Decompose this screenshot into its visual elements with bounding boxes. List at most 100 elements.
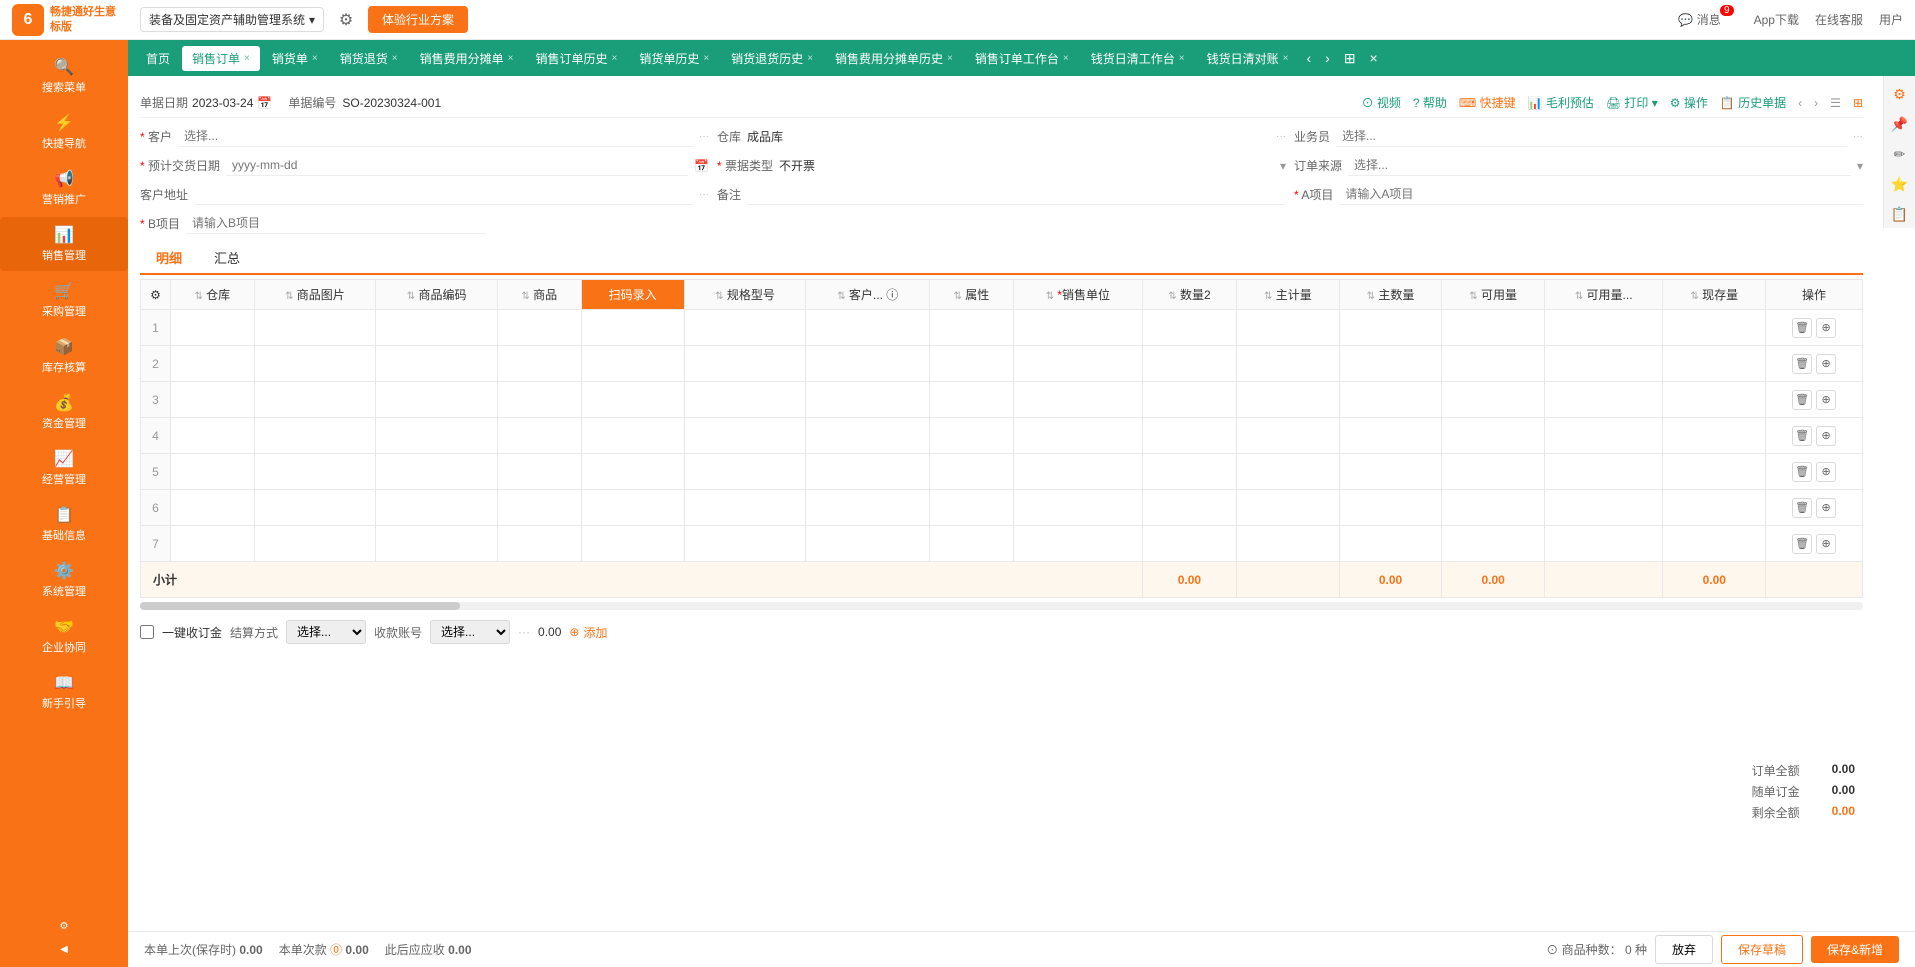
video-link[interactable]: ⊙ 视频 <box>1362 94 1401 111</box>
add-payment-btn[interactable]: ⊕ 添加 <box>569 624 607 641</box>
row-5-code[interactable] <box>376 454 498 490</box>
row-4-warehouse[interactable] <box>171 418 255 454</box>
row-5-image[interactable] <box>254 454 376 490</box>
row-5-attr[interactable] <box>930 454 1014 490</box>
row-6-delete-btn[interactable]: 🗑 <box>1792 498 1812 518</box>
row-5-spec[interactable] <box>684 454 806 490</box>
row-5-customer-code[interactable] <box>806 454 930 490</box>
row-3-warehouse[interactable] <box>171 382 255 418</box>
row-3-copy-btn[interactable]: ⊕ <box>1816 390 1836 410</box>
row-2-warehouse[interactable] <box>171 346 255 382</box>
sidebar-collapse-btn[interactable]: ◀ <box>56 940 72 959</box>
sort-attr[interactable]: ⇅ <box>954 291 962 302</box>
col-scan[interactable]: 扫码录入 <box>581 280 684 310</box>
sidebar-item-marketing[interactable]: 📢 营销推广 <box>0 161 128 215</box>
sort-code[interactable]: ⇅ <box>407 291 415 302</box>
row-2-main-unit[interactable] <box>1237 346 1340 382</box>
right-panel-edit-btn[interactable]: ✏ <box>1886 140 1914 168</box>
sidebar-item-inventory[interactable]: 📦 库存核算 <box>0 329 128 383</box>
sidebar-item-finance[interactable]: 💰 资金管理 <box>0 385 128 439</box>
tab-expense-split[interactable]: 销售费用分摊单 × <box>410 46 524 71</box>
row-3-unit[interactable] <box>1013 382 1142 418</box>
sidebar-item-base[interactable]: 📋 基础信息 <box>0 497 128 551</box>
expense-split-tab-close[interactable]: × <box>508 53 514 64</box>
row-1-main-unit[interactable] <box>1237 310 1340 346</box>
row-4-spec[interactable] <box>684 418 806 454</box>
list-view-btn[interactable]: ☰ <box>1830 96 1841 110</box>
row-1-product[interactable] <box>497 310 581 346</box>
row-4-delete-btn[interactable]: 🗑 <box>1792 426 1812 446</box>
sidebar-settings-btn[interactable]: ⚙ <box>56 917 73 936</box>
row-2-delete-btn[interactable]: 🗑 <box>1792 354 1812 374</box>
col-settings[interactable]: ⚙ <box>141 280 171 310</box>
row-4-main-unit[interactable] <box>1237 418 1340 454</box>
print-link[interactable]: 🖨 打印 ▾ <box>1606 94 1658 111</box>
order-source-input[interactable] <box>1348 155 1851 176</box>
row-6-available2[interactable] <box>1544 490 1663 526</box>
row-1-available[interactable] <box>1442 310 1545 346</box>
sidebar-item-operations[interactable]: 📈 经营管理 <box>0 441 128 495</box>
row-2-image[interactable] <box>254 346 376 382</box>
shortcut-link[interactable]: ⌨ 快捷键 <box>1459 94 1516 111</box>
row-6-copy-btn[interactable]: ⊕ <box>1816 498 1836 518</box>
operation-link[interactable]: ⚙ 操作 <box>1670 94 1708 111</box>
sort-unit[interactable]: ⇅ <box>1046 291 1054 302</box>
row-2-main-qty[interactable] <box>1339 346 1442 382</box>
row-2-available[interactable] <box>1442 346 1545 382</box>
row-2-current[interactable] <box>1663 346 1766 382</box>
tab-order-history[interactable]: 销售订单历史 × <box>525 46 627 71</box>
row-4-current[interactable] <box>1663 418 1766 454</box>
row-1-main-qty[interactable] <box>1339 310 1442 346</box>
row-7-customer-code[interactable] <box>806 526 930 562</box>
row-1-code[interactable] <box>376 310 498 346</box>
salesperson-input[interactable] <box>1336 126 1847 147</box>
app-download-link[interactable]: App下载 <box>1754 11 1799 28</box>
row-7-warehouse[interactable] <box>171 526 255 562</box>
one-click-checkbox[interactable] <box>140 625 154 639</box>
row-6-spec[interactable] <box>684 490 806 526</box>
sidebar-item-sales[interactable]: 📊 销售管理 <box>0 217 128 271</box>
account-select[interactable]: 选择... <box>430 620 510 644</box>
tab-detail[interactable]: 明细 <box>140 242 198 275</box>
row-3-attr[interactable] <box>930 382 1014 418</box>
sales-order-tab-close[interactable]: × <box>244 53 250 64</box>
row-2-scan[interactable] <box>581 346 684 382</box>
row-3-main-qty[interactable] <box>1339 382 1442 418</box>
expense-history-tab-close[interactable]: × <box>947 53 953 64</box>
row-3-customer-code[interactable] <box>806 382 930 418</box>
calendar-icon[interactable]: 📅 <box>257 96 272 110</box>
order-workbench-tab-close[interactable]: × <box>1063 53 1069 64</box>
row-5-unit[interactable] <box>1013 454 1142 490</box>
row-7-spec[interactable] <box>684 526 806 562</box>
row-1-image[interactable] <box>254 310 376 346</box>
row-1-delete-btn[interactable]: 🗑 <box>1792 318 1812 338</box>
save-new-button[interactable]: 保存&新增 <box>1811 936 1899 963</box>
row-7-scan[interactable] <box>581 526 684 562</box>
customer-input[interactable] <box>178 126 693 147</box>
payment-more[interactable]: ··· <box>518 625 530 639</box>
row-4-available2[interactable] <box>1544 418 1663 454</box>
row-7-available2[interactable] <box>1544 526 1663 562</box>
row-1-warehouse[interactable] <box>171 310 255 346</box>
right-panel-doc-btn[interactable]: 📋 <box>1886 200 1914 228</box>
sort-product[interactable]: ⇅ <box>521 291 529 302</box>
row-5-scan[interactable] <box>581 454 684 490</box>
b-project-input[interactable] <box>186 213 486 234</box>
row-3-scan[interactable] <box>581 382 684 418</box>
row-4-unit[interactable] <box>1013 418 1142 454</box>
row-5-current[interactable] <box>1663 454 1766 490</box>
row-6-attr[interactable] <box>930 490 1014 526</box>
sales-return-tab-close[interactable]: × <box>392 53 398 64</box>
row-7-qty2[interactable] <box>1142 526 1236 562</box>
nav-expand-btn[interactable]: ⊞ <box>1338 46 1362 71</box>
row-5-available2[interactable] <box>1544 454 1663 490</box>
row-3-spec[interactable] <box>684 382 806 418</box>
system-selector[interactable]: 装备及固定资产辅助管理系统 ▾ <box>140 7 324 32</box>
row-7-delete-btn[interactable]: 🗑 <box>1792 534 1812 554</box>
customer-address-input[interactable] <box>194 184 693 205</box>
row-1-copy-btn[interactable]: ⊕ <box>1816 318 1836 338</box>
row-2-available2[interactable] <box>1544 346 1663 382</box>
row-7-product[interactable] <box>497 526 581 562</box>
warehouse-more[interactable]: ··· <box>1276 131 1286 142</box>
row-2-spec[interactable] <box>684 346 806 382</box>
